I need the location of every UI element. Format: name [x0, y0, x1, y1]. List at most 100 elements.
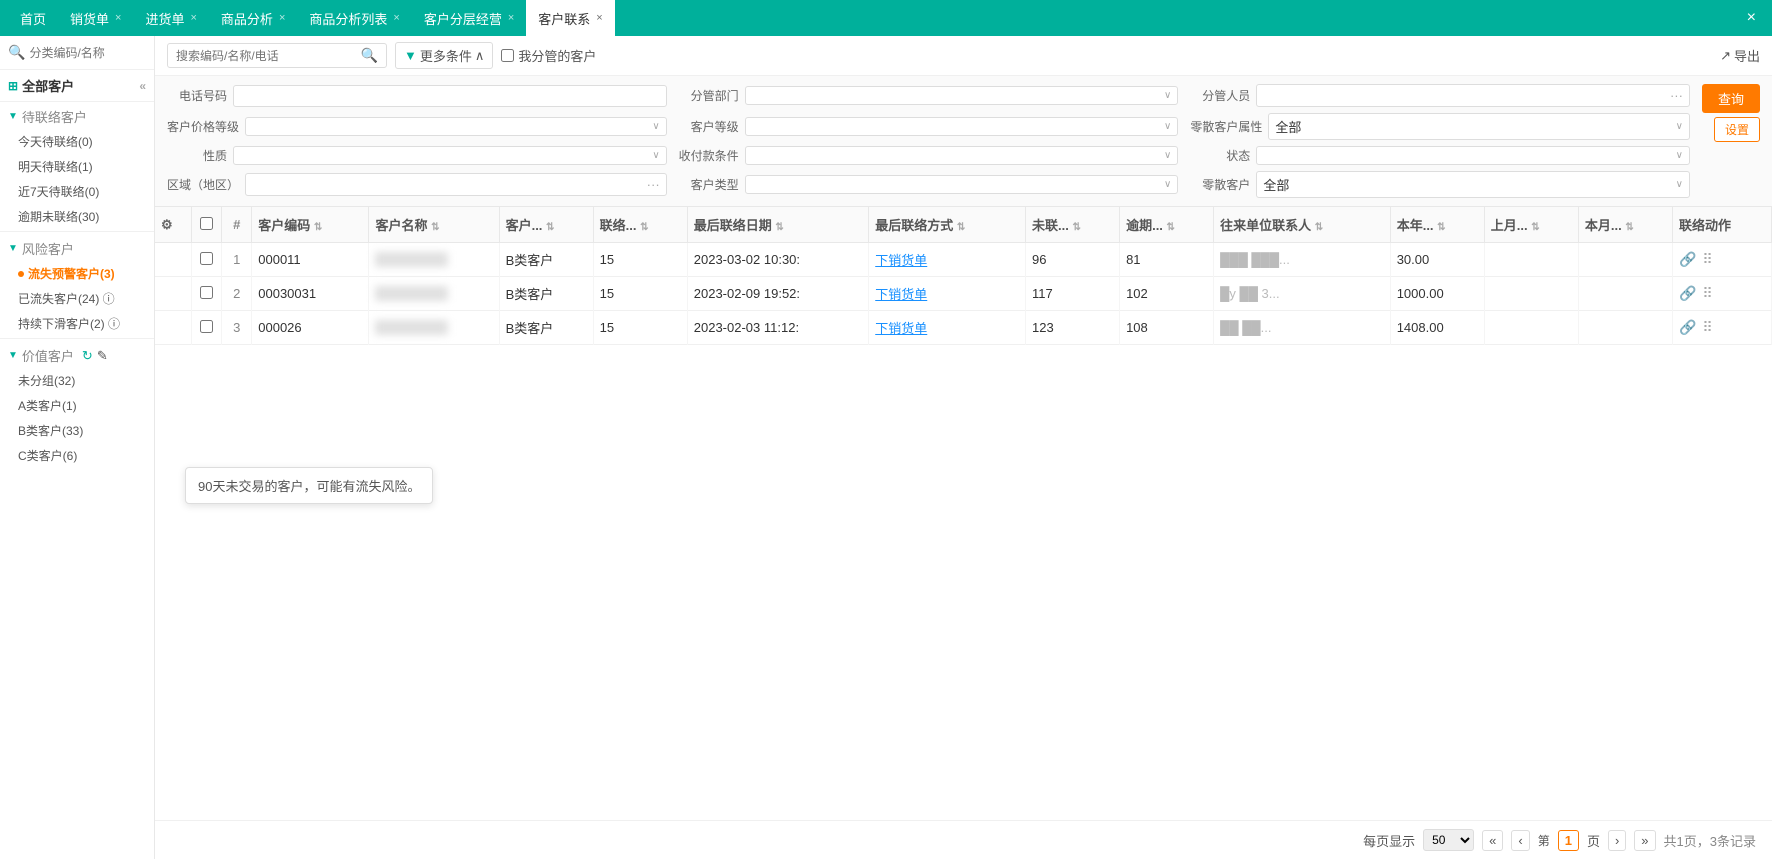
- action-menu-icon-1[interactable]: ⠿: [1702, 285, 1712, 302]
- sidebar-item-churned[interactable]: 已流失客户(24) ⓘ: [0, 286, 154, 311]
- nav-customer-layer[interactable]: 客户分层经营 ×: [412, 0, 526, 36]
- action-link-icon-2[interactable]: 🔗: [1679, 319, 1696, 336]
- nav-customer-contact[interactable]: 客户联系 ×: [526, 0, 614, 36]
- row-name-0: name: [369, 243, 499, 277]
- nav-home[interactable]: 首页: [8, 0, 58, 36]
- filter-search-input[interactable]: [176, 49, 357, 63]
- sidebar-item-declining[interactable]: 持续下滑客户(2) ⓘ: [0, 311, 154, 336]
- sidebar-item-7days-pending[interactable]: 近7天待联络(0): [0, 179, 154, 204]
- nav-product-analysis[interactable]: 商品分析 ×: [209, 0, 297, 36]
- sidebar-search-input[interactable]: [29, 46, 155, 60]
- col-last-method[interactable]: 最后联络方式 ⇅: [869, 207, 1026, 243]
- action-link-icon-0[interactable]: 🔗: [1679, 251, 1696, 268]
- col-contact[interactable]: 联络... ⇅: [593, 207, 687, 243]
- table-gear-icon[interactable]: ⚙: [161, 217, 173, 232]
- col-last-date[interactable]: 最后联络日期 ⇅: [687, 207, 868, 243]
- close-sales-tab[interactable]: ×: [115, 12, 121, 24]
- close-all-tabs[interactable]: ×: [1739, 9, 1764, 27]
- refresh-icon[interactable]: ↻: [82, 348, 93, 364]
- col-unlink-days[interactable]: 未联... ⇅: [1025, 207, 1119, 243]
- prev-page-btn[interactable]: ‹: [1511, 830, 1529, 851]
- page-size-select[interactable]: 50 100: [1423, 829, 1474, 851]
- sidebar-item-class-b[interactable]: B类客户(33): [0, 418, 154, 443]
- action-menu-icon-2[interactable]: ⠿: [1702, 319, 1712, 336]
- sidebar-item-unclassified[interactable]: 未分组(32): [0, 368, 154, 393]
- sidebar-root-label[interactable]: ⊞ 全部客户 «: [0, 70, 154, 102]
- row-checkbox-1[interactable]: [192, 277, 222, 311]
- nav-product-analysis-list[interactable]: 商品分析列表 ×: [297, 0, 411, 36]
- next-page-btn[interactable]: ›: [1608, 830, 1626, 851]
- nav-sales[interactable]: 销货单 ×: [58, 0, 133, 36]
- close-product-analysis-list-tab[interactable]: ×: [393, 12, 399, 24]
- row-this-month-0: [1578, 243, 1672, 277]
- col-contact-person[interactable]: 往来单位联系人 ⇅: [1214, 207, 1391, 243]
- filter-retail-select[interactable]: 全部 ∨: [1256, 171, 1690, 198]
- filter-row-1: 电话号码 分管部门 ∨ 分管人员: [167, 84, 1690, 107]
- col-overdue[interactable]: 逾期... ⇅: [1120, 207, 1214, 243]
- row-type-1: B类客户: [499, 277, 593, 311]
- sidebar-item-class-a[interactable]: A类客户(1): [0, 393, 154, 418]
- sidebar-item-today-pending[interactable]: 今天待联络(0): [0, 129, 154, 154]
- sort-icon-last-month: ⇅: [1531, 222, 1539, 233]
- filter-phone-input[interactable]: [233, 85, 667, 107]
- action-link-icon-1[interactable]: 🔗: [1679, 285, 1696, 302]
- col-gear: ⚙: [155, 207, 192, 243]
- sidebar-item-tomorrow-pending[interactable]: 明天待联络(1): [0, 154, 154, 179]
- sidebar-search-icon: 🔍: [8, 44, 25, 61]
- filter-dept-select[interactable]: ∨: [745, 86, 1179, 105]
- col-customer-type[interactable]: 客户... ⇅: [499, 207, 593, 243]
- export-btn[interactable]: ↗ 导出: [1720, 46, 1760, 65]
- col-customer-name[interactable]: 客户名称 ⇅: [369, 207, 499, 243]
- filter-payment-select[interactable]: ∨: [745, 146, 1179, 165]
- col-this-month[interactable]: 本月... ⇅: [1578, 207, 1672, 243]
- close-product-analysis-tab[interactable]: ×: [279, 12, 285, 24]
- filter-nature-select[interactable]: ∨: [233, 146, 667, 165]
- sidebar-item-churn-warning[interactable]: 流失预警客户(3): [0, 261, 154, 286]
- filter-customer-type-select[interactable]: ∨: [745, 175, 1179, 194]
- first-page-btn[interactable]: «: [1482, 830, 1503, 851]
- close-customer-contact-tab[interactable]: ×: [596, 12, 602, 24]
- sidebar-collapse-btn[interactable]: «: [139, 79, 146, 93]
- query-button[interactable]: 查询: [1702, 84, 1760, 113]
- table-row: 3 000026 name B类客户 15 2023-02-03 11:12: …: [155, 311, 1772, 345]
- manager-dots[interactable]: ···: [1670, 88, 1683, 103]
- row-unlink-0: 96: [1025, 243, 1119, 277]
- row-last-method-1[interactable]: 下销货单: [869, 277, 1026, 311]
- sidebar-item-class-c[interactable]: C类客户(6): [0, 443, 154, 468]
- filter-more-btn[interactable]: ▼ 更多条件 ∧: [395, 42, 493, 69]
- col-customer-code[interactable]: 客户编码 ⇅: [252, 207, 369, 243]
- filter-icon: ▼: [404, 48, 417, 63]
- filter-region-select[interactable]: ···: [245, 173, 667, 196]
- row-last-method-0[interactable]: 下销货单: [869, 243, 1026, 277]
- filter-price-grade-select[interactable]: ∨: [245, 117, 667, 136]
- sidebar-section-value: ▼ 价值客户 ↻ ✎: [0, 341, 154, 368]
- row-overdue-1: 102: [1120, 277, 1214, 311]
- last-page-btn[interactable]: »: [1634, 830, 1655, 851]
- total-records: 共1页，3条记录: [1664, 831, 1756, 850]
- close-customer-layer-tab[interactable]: ×: [508, 12, 514, 24]
- filter-customer-grade-select[interactable]: ∨: [745, 117, 1179, 136]
- filter-phone: 电话号码: [167, 85, 667, 107]
- action-menu-icon-0[interactable]: ⠿: [1702, 251, 1712, 268]
- sidebar-item-overdue-pending[interactable]: 逾期未联络(30): [0, 204, 154, 229]
- sidebar-section-pending: ▼ 待联络客户: [0, 102, 154, 129]
- col-year-total[interactable]: 本年... ⇅: [1390, 207, 1484, 243]
- close-purchase-tab[interactable]: ×: [190, 12, 196, 24]
- row-action-1: 🔗 ⠿: [1672, 277, 1771, 311]
- table-row: 1 000011 name B类客户 15 2023-03-02 10:30: …: [155, 243, 1772, 277]
- filter-status-select[interactable]: ∨: [1256, 146, 1690, 165]
- my-customers-check[interactable]: [501, 49, 514, 62]
- row-checkbox-0[interactable]: [192, 243, 222, 277]
- settings-button[interactable]: 设置: [1714, 117, 1760, 142]
- filter-manager-select[interactable]: ···: [1256, 84, 1690, 107]
- edit-icon[interactable]: ✎: [97, 348, 108, 364]
- nav-purchase[interactable]: 进货单 ×: [133, 0, 208, 36]
- select-all-checkbox[interactable]: [200, 217, 213, 230]
- my-customers-checkbox[interactable]: 我分管的客户: [501, 46, 596, 65]
- row-last-method-2[interactable]: 下销货单: [869, 311, 1026, 345]
- col-last-month[interactable]: 上月... ⇅: [1484, 207, 1578, 243]
- filter-retail-attr-select[interactable]: 全部 ∨: [1268, 113, 1690, 140]
- arrow-icon-value: ▼: [8, 350, 18, 361]
- region-dots[interactable]: ···: [647, 177, 660, 192]
- row-checkbox-2[interactable]: [192, 311, 222, 345]
